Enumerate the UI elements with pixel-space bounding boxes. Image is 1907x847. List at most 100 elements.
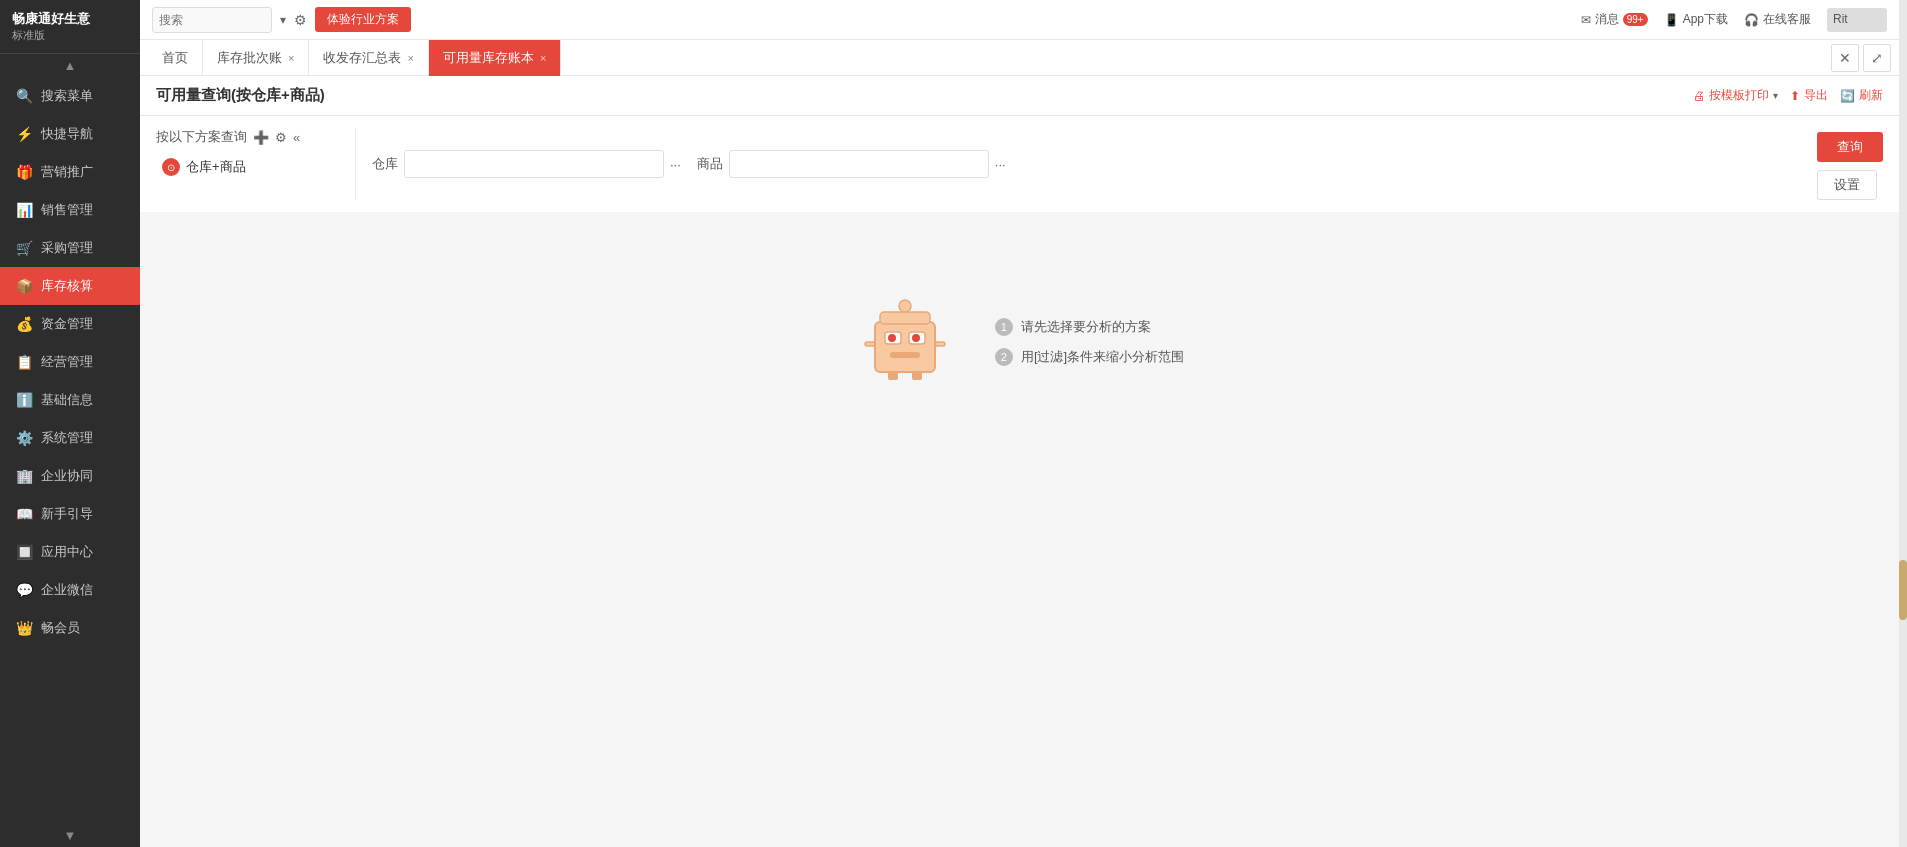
tab-home[interactable]: 首页 (148, 40, 203, 76)
empty-tips: 1 请先选择要分析的方案 2 用[过滤]条件来缩小分析范围 (995, 318, 1184, 366)
sidebar-item-marketing[interactable]: 🎁 营销推广 (0, 153, 140, 191)
sidebar-item-label: 新手引导 (41, 505, 93, 523)
svg-rect-10 (880, 312, 930, 324)
tab-batch-account-close[interactable]: × (288, 52, 294, 64)
username-label: Rit (1827, 8, 1887, 30)
tab-receive-summary-label: 收发存汇总表 (323, 49, 401, 67)
user-avatar[interactable]: Rit (1827, 8, 1887, 32)
app-download-btn[interactable]: 📱 App下载 (1664, 11, 1728, 28)
filter-row-1: 仓库 ··· 商品 ··· 查询 设置 (372, 128, 1883, 200)
tab-receive-summary[interactable]: 收发存汇总表 × (309, 40, 428, 76)
page-header-actions: 🖨 按模板打印 ▾ ⬆ 导出 🔄 刷新 (1693, 87, 1883, 104)
wechat-icon: 💬 (16, 582, 33, 598)
scheme-warehouse-product[interactable]: ⊙ 仓库+商品 (156, 154, 339, 180)
sidebar-item-enterprise[interactable]: 🏢 企业协同 (0, 457, 140, 495)
export-btn[interactable]: ⬆ 导出 (1790, 87, 1828, 104)
message-badge: 99+ (1623, 13, 1648, 26)
filter-scheme-header: 按以下方案查询 ➕ ⚙ « (156, 128, 339, 146)
brand-name: 畅康通好生意 (12, 10, 128, 28)
scheme-item-label: 仓库+商品 (186, 158, 246, 176)
product-more-btn[interactable]: ··· (995, 157, 1006, 172)
export-icon: ⬆ (1790, 89, 1800, 103)
tabs-controls: ✕ ⤢ (1831, 44, 1891, 72)
sidebar-item-label: 库存核算 (41, 277, 93, 295)
sidebar-item-purchase[interactable]: 🛒 采购管理 (0, 229, 140, 267)
sidebar-item-label: 企业微信 (41, 581, 93, 599)
filter-buttons: 查询 设置 (1817, 128, 1883, 200)
svg-rect-6 (865, 342, 875, 346)
warehouse-more-btn[interactable]: ··· (670, 157, 681, 172)
query-btn[interactable]: 查询 (1817, 132, 1883, 162)
page-title: 可用量查询(按仓库+商品) (156, 86, 325, 105)
collapse-scheme-btn[interactable]: « (293, 130, 300, 145)
svg-rect-9 (912, 372, 922, 380)
sidebar-item-basic[interactable]: ℹ️ 基础信息 (0, 381, 140, 419)
product-input[interactable] (729, 150, 989, 178)
tab-available-ledger-close[interactable]: × (540, 52, 546, 64)
sidebar-item-wechat[interactable]: 💬 企业微信 (0, 571, 140, 609)
online-service-btn[interactable]: 🎧 在线客服 (1744, 11, 1811, 28)
sidebar-item-inventory[interactable]: 📦 库存核算 (0, 267, 140, 305)
warehouse-label: 仓库 (372, 155, 398, 173)
topbar-gear-icon[interactable]: ⚙ (294, 12, 307, 28)
svg-point-11 (899, 300, 911, 312)
tab-expand-btn[interactable]: ⤢ (1863, 44, 1891, 72)
tabs-bar: 首页 库存批次账 × 收发存汇总表 × 可用量库存账本 × ✕ ⤢ (140, 40, 1899, 76)
warehouse-input[interactable] (404, 150, 664, 178)
sidebar-item-finance[interactable]: 💰 资金管理 (0, 305, 140, 343)
sidebar-item-label: 采购管理 (41, 239, 93, 257)
svg-point-4 (912, 334, 920, 342)
trial-btn[interactable]: 体验行业方案 (315, 7, 411, 32)
message-btn[interactable]: ✉ 消息 99+ (1581, 11, 1648, 28)
scroll-down-btn[interactable]: ▼ (0, 824, 140, 847)
settings-scheme-btn[interactable]: ⚙ (275, 130, 287, 145)
filter-settings-btn[interactable]: 设置 (1817, 170, 1877, 200)
topbar-right: ✉ 消息 99+ 📱 App下载 🎧 在线客服 Rit (1581, 8, 1887, 32)
tab-receive-summary-close[interactable]: × (407, 52, 413, 64)
sidebar-item-sales[interactable]: 📊 销售管理 (0, 191, 140, 229)
enterprise-icon: 🏢 (16, 468, 33, 484)
sidebar-item-quick-nav[interactable]: ⚡ 快捷导航 (0, 115, 140, 153)
sidebar-item-search[interactable]: 🔍 搜索菜单 (0, 77, 140, 115)
warehouse-field: 仓库 ··· (372, 150, 681, 178)
tab-available-ledger[interactable]: 可用量库存账本 × (429, 40, 561, 76)
sidebar-item-label: 基础信息 (41, 391, 93, 409)
refresh-btn[interactable]: 🔄 刷新 (1840, 87, 1883, 104)
sidebar-item-operation[interactable]: 📋 经营管理 (0, 343, 140, 381)
purchase-icon: 🛒 (16, 240, 33, 256)
vip-icon: 👑 (16, 620, 33, 636)
sidebar-logo: 畅康通好生意 标准版 (0, 0, 140, 54)
system-icon: ⚙️ (16, 430, 33, 446)
svg-point-3 (888, 334, 896, 342)
topbar-search-input[interactable] (152, 7, 272, 33)
sidebar-item-newbie[interactable]: 📖 新手引导 (0, 495, 140, 533)
sidebar-item-label: 搜索菜单 (41, 87, 93, 105)
add-scheme-btn[interactable]: ➕ (253, 130, 269, 145)
empty-tip-2: 2 用[过滤]条件来缩小分析范围 (995, 348, 1184, 366)
scheme-icon: ⊙ (162, 158, 180, 176)
sidebar-nav: 🔍 搜索菜单 ⚡ 快捷导航 🎁 营销推广 📊 销售管理 🛒 采购管理 📦 库存核… (0, 77, 140, 824)
sidebar-item-label: 系统管理 (41, 429, 93, 447)
empty-state-content: 1 请先选择要分析的方案 2 用[过滤]条件来缩小分析范围 (855, 292, 1184, 392)
sidebar-item-vip[interactable]: 👑 畅会员 (0, 609, 140, 647)
scroll-up-btn[interactable]: ▲ (0, 54, 140, 77)
sidebar-item-system[interactable]: ⚙️ 系统管理 (0, 419, 140, 457)
right-panel-handle[interactable] (1899, 560, 1907, 620)
product-field: 商品 ··· (697, 150, 1006, 178)
tab-batch-account[interactable]: 库存批次账 × (203, 40, 309, 76)
tip-text-1: 请先选择要分析的方案 (1021, 318, 1151, 336)
tab-close-btn[interactable]: ✕ (1831, 44, 1859, 72)
print-btn[interactable]: 🖨 按模板打印 ▾ (1693, 87, 1778, 104)
print-label: 按模板打印 (1709, 87, 1769, 104)
message-label: 消息 (1595, 11, 1619, 28)
tip-text-2: 用[过滤]条件来缩小分析范围 (1021, 348, 1184, 366)
topbar-dropdown-btn[interactable]: ▾ (280, 13, 286, 27)
tab-batch-account-label: 库存批次账 (217, 49, 282, 67)
sidebar-item-label: 企业协同 (41, 467, 93, 485)
sidebar-item-app-center[interactable]: 🔲 应用中心 (0, 533, 140, 571)
filter-left: 按以下方案查询 ➕ ⚙ « ⊙ 仓库+商品 (156, 128, 356, 200)
tab-available-ledger-label: 可用量库存账本 (443, 49, 534, 67)
inventory-icon: 📦 (16, 278, 33, 294)
online-service-label: 在线客服 (1763, 11, 1811, 28)
sidebar-item-label: 营销推广 (41, 163, 93, 181)
